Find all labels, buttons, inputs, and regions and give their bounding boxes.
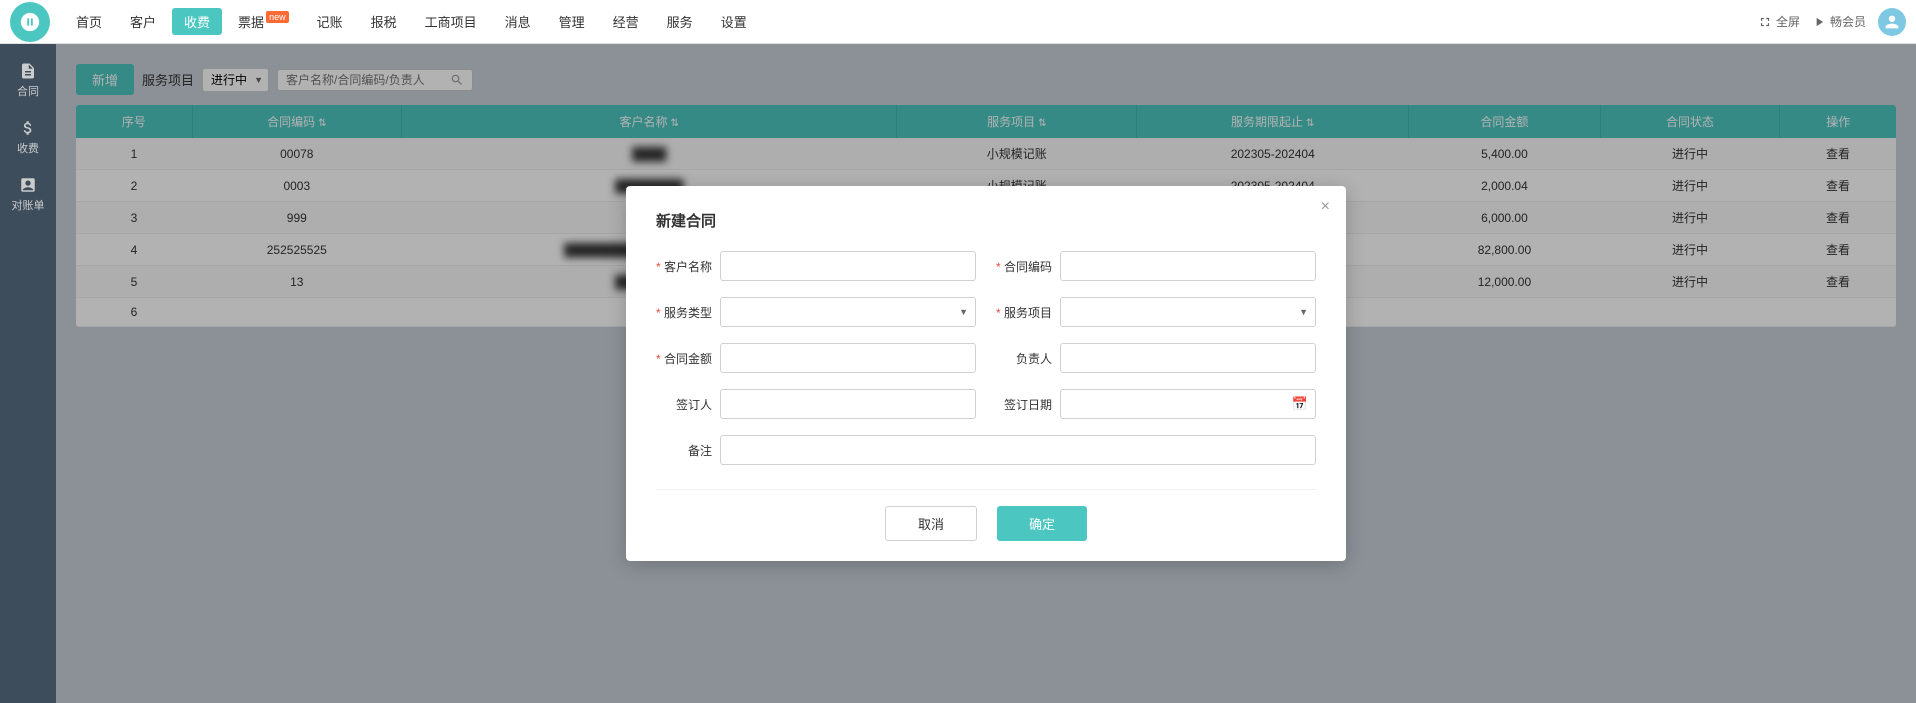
sidebar-item-fee[interactable]: 收费 [3, 111, 53, 164]
top-navigation: 首页 客户 收费 票据new 记账 报税 工商项目 消息 管理 经营 服务 设置… [0, 0, 1916, 44]
fullscreen-button[interactable]: 全屏 [1758, 13, 1800, 30]
form-group-sign-date: 签订日期 2023-06-06 📅 [996, 389, 1316, 419]
service-item-select-wrapper [1060, 297, 1316, 327]
form-group-responsible: 负责人 [996, 343, 1316, 373]
logo-icon [19, 11, 41, 33]
contract-no-label: 合同编码 [996, 258, 1052, 275]
form-group-contract-no: 合同编码 [996, 251, 1316, 281]
nav-bookkeeping[interactable]: 记账 [305, 8, 355, 35]
service-type-label: 服务类型 [656, 304, 712, 321]
sidebar: 合同 收费 对账单 [0, 44, 56, 703]
app-logo [10, 2, 50, 42]
signer-input[interactable] [720, 389, 976, 419]
confirm-button[interactable]: 确定 [997, 506, 1087, 541]
customer-name-input[interactable] [720, 251, 976, 281]
nav-operation[interactable]: 经营 [601, 8, 651, 35]
main-layout: 合同 收费 对账单 新增 服务项目 进行中 已完成 已终止 [0, 44, 1916, 703]
sign-date-wrapper: 2023-06-06 📅 [1060, 389, 1316, 419]
nav-business[interactable]: 工商项目 [413, 8, 489, 35]
nav-home[interactable]: 首页 [64, 8, 114, 35]
form-row-1: 客户名称 合同编码 [656, 251, 1316, 281]
form-group-amount: 合同金额 0.00 [656, 343, 976, 373]
form-group-service-type: 服务类型 [656, 297, 976, 327]
form-row-2: 服务类型 服务项目 [656, 297, 1316, 327]
content-area: 新增 服务项目 进行中 已完成 已终止 序号 合同编码⇅ [56, 44, 1916, 703]
new-badge: new [266, 11, 289, 23]
fee-icon [19, 119, 37, 137]
nav-invoice[interactable]: 票据new [226, 8, 301, 35]
statement-icon [19, 176, 37, 194]
form-group-customer: 客户名称 [656, 251, 976, 281]
nav-tax[interactable]: 报税 [359, 8, 409, 35]
form-group-signer: 签订人 [656, 389, 976, 419]
new-contract-modal: × 新建合同 客户名称 合同编码 服务类型 [626, 186, 1346, 561]
sign-date-input[interactable]: 2023-06-06 [1060, 389, 1316, 419]
service-type-select-wrapper [720, 297, 976, 327]
form-row-3: 合同金额 0.00 负责人 [656, 343, 1316, 373]
service-type-select[interactable] [720, 297, 976, 327]
sign-date-label: 签订日期 [996, 396, 1052, 413]
nav-manage[interactable]: 管理 [547, 8, 597, 35]
form-group-notes: 备注 [656, 435, 1316, 465]
responsible-label: 负责人 [996, 350, 1052, 367]
contract-amount-label: 合同金额 [656, 350, 712, 367]
form-row-4: 签订人 签订日期 2023-06-06 📅 [656, 389, 1316, 419]
nav-right: 全屏 畅会员 [1758, 8, 1906, 36]
service-item-label: 服务项目 [996, 304, 1052, 321]
member-button[interactable]: 畅会员 [1812, 13, 1866, 30]
modal-overlay: × 新建合同 客户名称 合同编码 服务类型 [56, 44, 1916, 703]
notes-label: 备注 [656, 442, 712, 459]
notes-input[interactable] [720, 435, 1316, 465]
modal-title: 新建合同 [656, 210, 1316, 231]
member-icon [1812, 15, 1826, 29]
nav-fee[interactable]: 收费 [172, 8, 222, 35]
fullscreen-icon [1758, 15, 1772, 29]
nav-service[interactable]: 服务 [655, 8, 705, 35]
user-icon [1884, 14, 1900, 30]
modal-footer: 取消 确定 [656, 489, 1316, 541]
cancel-button[interactable]: 取消 [885, 506, 977, 541]
service-item-select[interactable] [1060, 297, 1316, 327]
contract-no-input[interactable] [1060, 251, 1316, 281]
sidebar-item-contract[interactable]: 合同 [3, 54, 53, 107]
nav-message[interactable]: 消息 [493, 8, 543, 35]
contract-amount-input[interactable]: 0.00 [720, 343, 976, 373]
signer-label: 签订人 [656, 396, 712, 413]
form-group-service-item: 服务项目 [996, 297, 1316, 327]
customer-name-label: 客户名称 [656, 258, 712, 275]
form-row-5: 备注 [656, 435, 1316, 465]
nav-items: 首页 客户 收费 票据new 记账 报税 工商项目 消息 管理 经营 服务 设置 [64, 8, 1758, 35]
contract-icon [19, 62, 37, 80]
nav-customer[interactable]: 客户 [118, 8, 168, 35]
sidebar-item-statement[interactable]: 对账单 [3, 168, 53, 221]
responsible-input[interactable] [1060, 343, 1316, 373]
avatar[interactable] [1878, 8, 1906, 36]
nav-settings[interactable]: 设置 [709, 8, 759, 35]
modal-close-button[interactable]: × [1321, 198, 1330, 216]
